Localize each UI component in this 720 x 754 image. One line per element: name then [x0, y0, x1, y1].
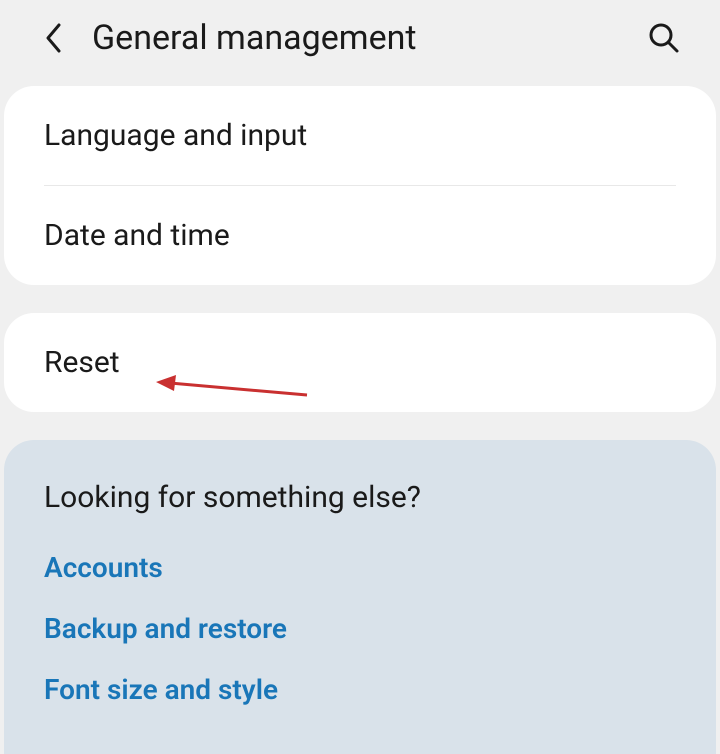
- settings-card-2: Reset: [4, 313, 716, 412]
- page-title: General management: [92, 18, 644, 58]
- suggestions-card: Looking for something else? Accounts Bac…: [4, 440, 716, 754]
- settings-card-1: Language and input Date and time: [4, 86, 716, 285]
- suggestion-link-accounts[interactable]: Accounts: [44, 551, 676, 584]
- suggestions-title: Looking for something else?: [44, 480, 676, 515]
- suggestion-link-font[interactable]: Font size and style: [44, 673, 676, 706]
- list-item-date-time[interactable]: Date and time: [4, 186, 716, 285]
- back-icon[interactable]: [36, 20, 72, 56]
- header: General management: [0, 0, 720, 86]
- list-item-reset[interactable]: Reset: [4, 313, 716, 412]
- search-icon[interactable]: [644, 18, 684, 58]
- list-item-language-input[interactable]: Language and input: [4, 86, 716, 185]
- suggestion-link-backup[interactable]: Backup and restore: [44, 612, 676, 645]
